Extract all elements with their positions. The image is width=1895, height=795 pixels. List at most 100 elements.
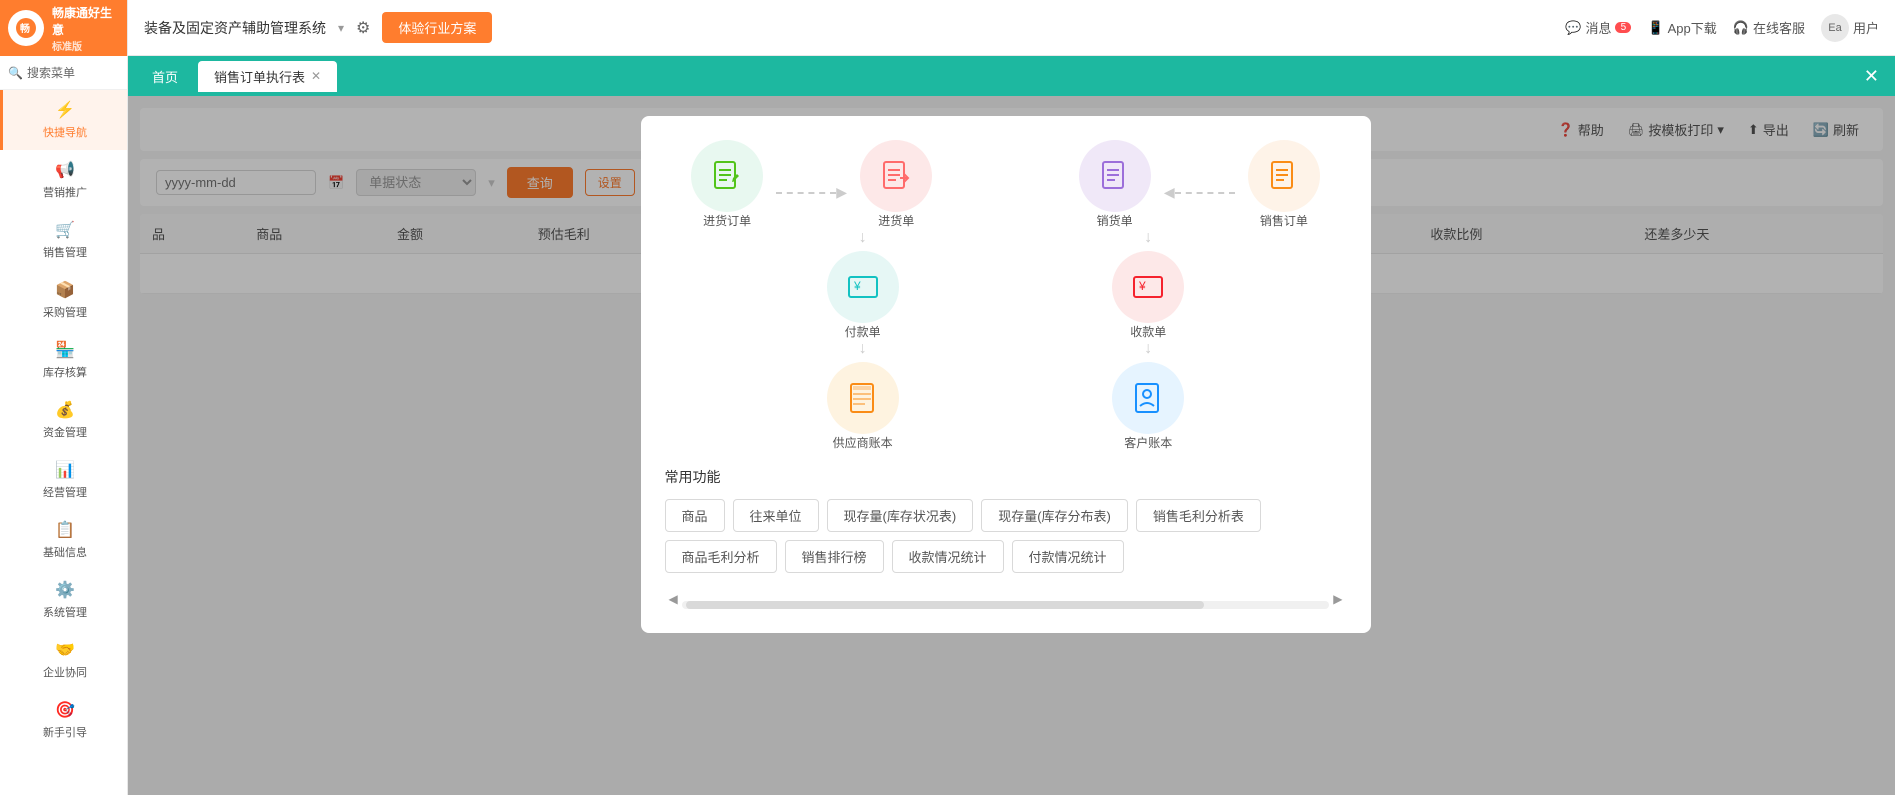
spacer2 xyxy=(945,229,1065,247)
node-supplier-ledger[interactable]: 供应商账本 xyxy=(827,362,899,451)
top-header: 装备及固定资产辅助管理系统 ▾ ⚙ 体验行业方案 💬 消息 5 📱 App下载 … xyxy=(128,0,1895,56)
basic-icon: 📋 xyxy=(55,520,75,540)
svg-text:¥: ¥ xyxy=(1138,279,1146,293)
empty-col6 xyxy=(1231,340,1303,358)
modal-dialog: 进货订单 ▶ xyxy=(641,116,1371,633)
user-item[interactable]: Ea 用户 xyxy=(1821,14,1879,42)
tab-close-sales-order[interactable]: ✕ xyxy=(311,69,321,83)
scrollbar-thumb[interactable] xyxy=(686,601,1204,609)
sidebar-item-finance[interactable]: 💰资金管理 xyxy=(0,390,127,450)
online-service-item[interactable]: 🎧 在线客服 xyxy=(1733,18,1805,37)
enterprise-icon: 🤝 xyxy=(55,640,75,660)
arrow-po-pb: ▶ xyxy=(776,184,847,201)
dropdown-arrow[interactable]: ▾ xyxy=(338,21,344,35)
sales-label: 销售管理 xyxy=(43,244,87,260)
tab-bar-close[interactable]: ✕ xyxy=(1856,62,1887,91)
customer-ledger-label: 客户账本 xyxy=(1124,434,1172,451)
func-btn-8[interactable]: 付款情况统计 xyxy=(1012,540,1124,573)
sidebar-item-marketing[interactable]: 📢营销推广 xyxy=(0,150,127,210)
sidebar-item-purchase[interactable]: 📦 采购管理 xyxy=(0,270,127,330)
func-btn-3[interactable]: 现存量(库存分布表) xyxy=(981,499,1128,532)
node-purchase-order[interactable]: 进货订单 xyxy=(691,140,763,229)
search-label: 搜索菜单 xyxy=(27,64,75,81)
empty-col5 xyxy=(708,340,780,358)
sidebar-item-newbie[interactable]: 🎯新手引导 xyxy=(0,690,127,750)
svg-text:¥: ¥ xyxy=(853,279,861,293)
page-content: ❓ 帮助 🖨 按模板打印 ▾ ⬆ 导出 🔄 刷新 xyxy=(128,96,1895,795)
empty-col1 xyxy=(708,229,780,247)
tab-home[interactable]: 首页 xyxy=(136,61,194,92)
arrow-receipt-down: ↓ xyxy=(1112,340,1184,358)
sidebar-item-sales[interactable]: 🛒销售管理 xyxy=(0,210,127,270)
logo-icon: 畅 xyxy=(8,10,44,46)
inventory-label: 库存核算 xyxy=(43,364,87,380)
app-download-label: App下载 xyxy=(1668,18,1717,37)
sidebar-item-basic[interactable]: 📋基础信息 xyxy=(0,510,127,570)
node-receipt-bill[interactable]: ¥ 收款单 xyxy=(1112,251,1184,340)
func-btn-4[interactable]: 销售毛利分析表 xyxy=(1136,499,1261,532)
modal-scrollbar[interactable] xyxy=(682,601,1330,609)
sidebar-item-quick-nav[interactable]: ⚡快捷导航 xyxy=(0,90,127,150)
arrow-payment-down: ↓ xyxy=(827,340,899,358)
tab-label-home: 首页 xyxy=(152,67,178,86)
inventory-icon: 🏪 xyxy=(55,340,75,360)
svg-text:畅: 畅 xyxy=(20,22,30,35)
func-btn-2[interactable]: 现存量(库存状况表) xyxy=(827,499,974,532)
system-label: 系统管理 xyxy=(43,604,87,620)
trial-button[interactable]: 体验行业方案 xyxy=(382,12,492,43)
tab-label-sales-order: 销售订单执行表 xyxy=(214,67,305,86)
scrollbar-left[interactable]: ◀ xyxy=(665,592,682,606)
common-functions: 常用功能 商品往来单位现存量(库存状况表)现存量(库存分布表)销售毛利分析表商品… xyxy=(665,467,1347,573)
sales-bill-label: 销货单 xyxy=(1097,212,1133,229)
online-service-label: 在线客服 xyxy=(1753,18,1805,37)
sales-order-icon xyxy=(1248,140,1320,212)
sidebar-item-operations[interactable]: 📊经营管理 xyxy=(0,450,127,510)
func-btn-5[interactable]: 商品毛利分析 xyxy=(665,540,777,573)
empty-col3 xyxy=(708,251,780,340)
arrow-sb-down: ↓ xyxy=(1112,229,1184,247)
purchase-order-label: 进货订单 xyxy=(703,212,751,229)
node-sales-bill[interactable]: 销货单 xyxy=(1079,140,1151,229)
sidebar-nav: ⚡快捷导航📢营销推广🛒销售管理 📦 采购管理 🏪 库存核算 💰资金管理📊经营管理📋基础信息… xyxy=(0,90,127,750)
message-item[interactable]: 💬 消息 5 xyxy=(1565,18,1631,37)
empty-col2 xyxy=(1231,229,1303,247)
operations-icon: 📊 xyxy=(55,460,75,480)
payment-bill-label: 付款单 xyxy=(845,323,881,340)
tab-bar: 首页 销售订单执行表 ✕ ✕ xyxy=(128,56,1895,96)
supplier-ledger-label: 供应商账本 xyxy=(833,434,893,451)
scrollbar-right[interactable]: ▶ xyxy=(1329,592,1346,606)
logo: 畅 畅康通好生意 标准版 xyxy=(0,0,127,56)
function-buttons: 商品往来单位现存量(库存状况表)现存量(库存分布表)销售毛利分析表商品毛利分析销… xyxy=(665,499,1347,573)
func-btn-0[interactable]: 商品 xyxy=(665,499,725,532)
modal-overlay: 进货订单 ▶ xyxy=(128,96,1895,795)
tab-sales-order[interactable]: 销售订单执行表 ✕ xyxy=(198,61,337,92)
sidebar: 畅 畅康通好生意 标准版 🔍 搜索菜单 ⚡快捷导航📢营销推广🛒销售管理 📦 采购管理… xyxy=(0,0,128,795)
quick-nav-icon: ⚡ xyxy=(55,100,75,120)
func-btn-7[interactable]: 收款情况统计 xyxy=(892,540,1004,573)
node-payment-bill[interactable]: ¥ 付款单 xyxy=(827,251,899,340)
app-download-item[interactable]: 📱 App下载 xyxy=(1647,18,1716,37)
gear-icon[interactable]: ⚙ xyxy=(356,18,370,38)
receipt-bill-icon: ¥ xyxy=(1112,251,1184,323)
user-name: 用户 xyxy=(1853,18,1879,37)
node-purchase-bill[interactable]: 进货单 xyxy=(860,140,932,229)
purchase-label: 采购管理 xyxy=(43,304,87,320)
sidebar-item-enterprise[interactable]: 🤝企业协同 xyxy=(0,630,127,690)
modal-scrollbar-row: ◀ ▶ xyxy=(665,589,1347,609)
empty-col8 xyxy=(1231,362,1303,451)
func-btn-6[interactable]: 销售排行榜 xyxy=(785,540,884,573)
customer-ledger-icon xyxy=(1112,362,1184,434)
node-customer-ledger[interactable]: 客户账本 xyxy=(1112,362,1184,451)
sales-order-label: 销售订单 xyxy=(1260,212,1308,229)
marketing-label: 营销推广 xyxy=(43,184,87,200)
arrow-pb-down: ↓ xyxy=(827,229,899,247)
purchase-icon: 📦 xyxy=(55,280,75,300)
sidebar-search[interactable]: 🔍 搜索菜单 xyxy=(0,56,127,90)
node-sales-order[interactable]: 销售订单 xyxy=(1248,140,1320,229)
payment-bill-icon: ¥ xyxy=(827,251,899,323)
sidebar-item-system[interactable]: ⚙️系统管理 xyxy=(0,570,127,630)
common-functions-title: 常用功能 xyxy=(665,467,1347,487)
sidebar-item-inventory[interactable]: 🏪 库存核算 xyxy=(0,330,127,390)
func-btn-1[interactable]: 往来单位 xyxy=(733,499,819,532)
purchase-bill-icon xyxy=(860,140,932,212)
